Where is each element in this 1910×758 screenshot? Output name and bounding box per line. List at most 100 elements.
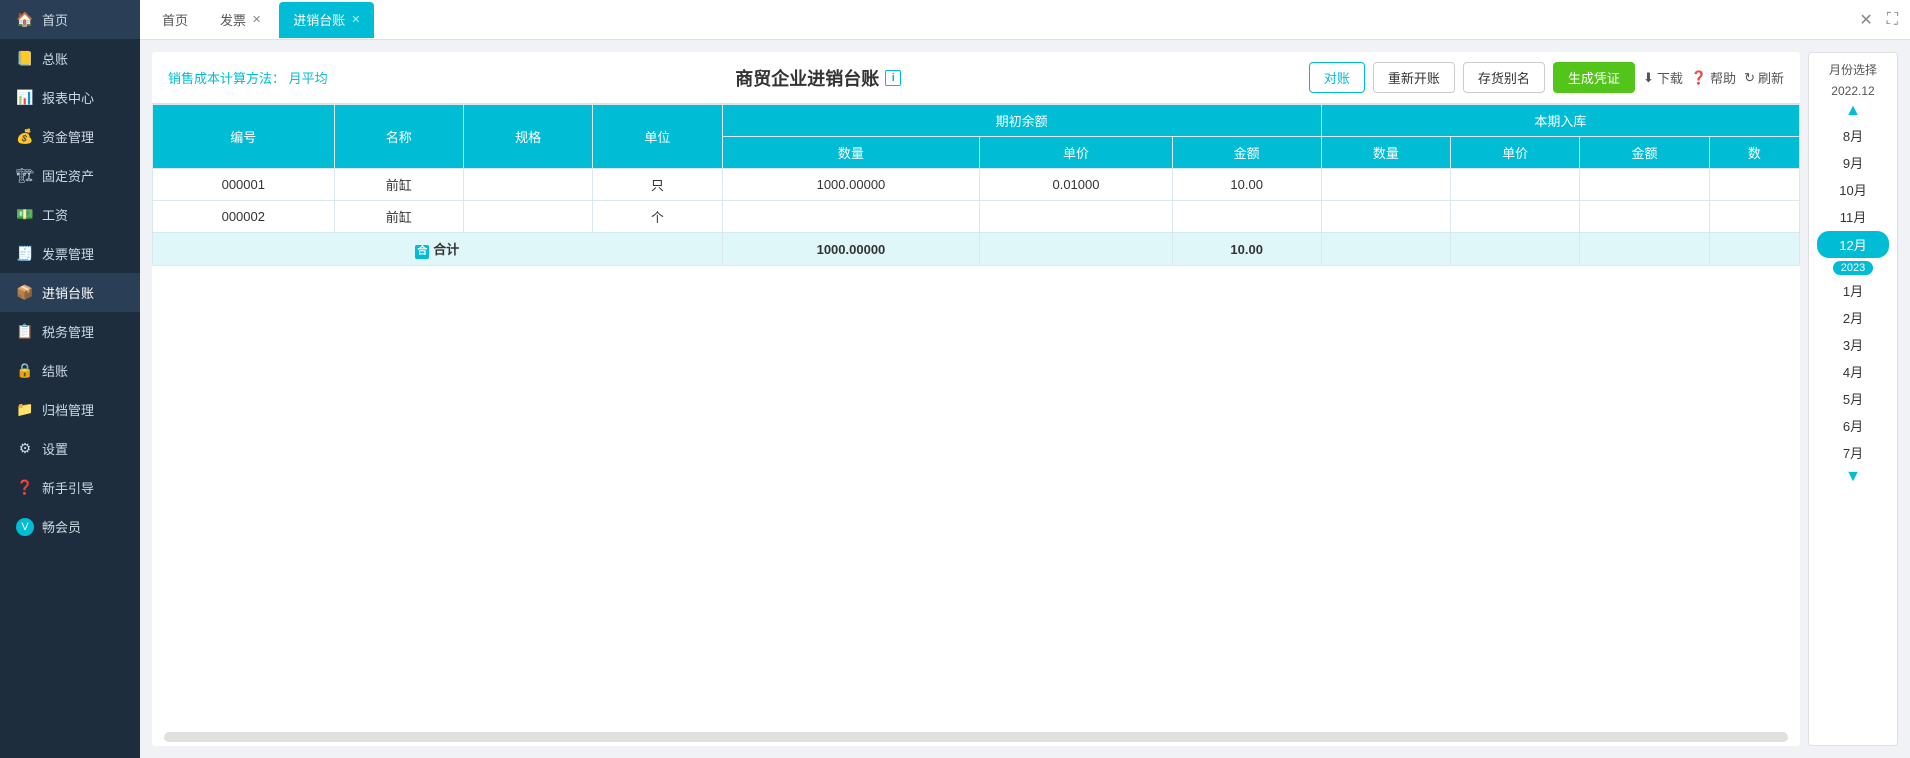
month-12-2022[interactable]: 12月 xyxy=(1817,231,1889,258)
content-area: 销售成本计算方法： 月平均 商贸企业进销台账 i 对账 重新开账 存货别名 生成… xyxy=(140,40,1910,758)
generate-voucher-button[interactable]: 生成凭证 xyxy=(1553,62,1635,93)
refresh-button[interactable]: ↻ 刷新 xyxy=(1744,68,1784,87)
tab-stock-close[interactable]: ✕ xyxy=(351,13,360,26)
row1-extra xyxy=(1709,169,1799,201)
month-6-2023[interactable]: 6月 xyxy=(1809,412,1897,439)
sidebar-item-label: 报表中心 xyxy=(42,88,94,107)
month-2-2023[interactable]: 2月 xyxy=(1809,304,1897,331)
opening-amount-header: 金额 xyxy=(1172,137,1321,169)
page-title-area: 商贸企业进销台账 i xyxy=(735,65,901,91)
sidebar-item-tax[interactable]: 📋 税务管理 xyxy=(0,312,140,351)
sidebar-item-label: 固定资产 xyxy=(42,166,94,185)
col-spec-header: 规格 xyxy=(463,105,592,169)
month-10-2022[interactable]: 10月 xyxy=(1809,176,1897,203)
download-icon: ⬇ xyxy=(1643,70,1654,86)
reconcile-button[interactable]: 对账 xyxy=(1309,62,1365,93)
help-icon: ❓ xyxy=(1691,70,1707,86)
sidebar-item-salary[interactable]: 💵 工资 xyxy=(0,195,140,234)
cost-method-value: 月平均 xyxy=(289,71,328,86)
sidebar-item-settings[interactable]: ⚙ 设置 xyxy=(0,429,140,468)
page-panel: 销售成本计算方法： 月平均 商贸企业进销台账 i 对账 重新开账 存货别名 生成… xyxy=(152,52,1800,746)
total-inbound-qty xyxy=(1321,233,1450,266)
sidebar-item-close[interactable]: 🔒 结账 xyxy=(0,351,140,390)
sidebar-item-assets[interactable]: 🏗 固定资产 xyxy=(0,156,140,195)
sidebar-item-ledger[interactable]: 📒 总账 xyxy=(0,39,140,78)
row2-extra xyxy=(1709,201,1799,233)
inbound-amount-header: 金额 xyxy=(1580,137,1709,169)
stock-table: 编号 名称 规格 单位 期初余额 本期入库 数量 单价 金额 数量 xyxy=(152,104,1800,266)
info-icon[interactable]: i xyxy=(885,70,901,86)
close-ledger-icon: 🔒 xyxy=(16,362,34,380)
table-wrap: 编号 名称 规格 单位 期初余额 本期入库 数量 单价 金额 数量 xyxy=(152,104,1800,728)
tab-invoice[interactable]: 发票 ✕ xyxy=(206,2,275,38)
sidebar-item-member[interactable]: V 畅会员 xyxy=(0,507,140,546)
row1-opening-price: 0.01000 xyxy=(980,169,1172,201)
tab-invoice-label: 发票 xyxy=(220,10,246,29)
opening-qty-header: 数量 xyxy=(722,137,980,169)
stock-icon: 📦 xyxy=(16,284,34,302)
main-area: 首页 发票 ✕ 进销台账 ✕ ✕ ⛶ 销售成本计算方法： 月平均 商贸企业进 xyxy=(140,0,1910,758)
funds-icon: 💰 xyxy=(16,128,34,146)
group-opening-header: 期初余额 xyxy=(722,105,1321,137)
ledger-icon: 📒 xyxy=(16,50,34,68)
tab-stock[interactable]: 进销台账 ✕ xyxy=(279,2,374,38)
total-inbound-amount xyxy=(1580,233,1709,266)
download-button[interactable]: ⬇ 下载 xyxy=(1643,68,1683,87)
month-5-2023[interactable]: 5月 xyxy=(1809,385,1897,412)
sidebar: 🏠 首页 📒 总账 📊 报表中心 💰 资金管理 🏗 固定资产 💵 工资 🧾 发票… xyxy=(0,0,140,758)
reopen-button[interactable]: 重新开账 xyxy=(1373,62,1455,93)
inbound-extra-header: 数 xyxy=(1709,137,1799,169)
sidebar-item-invoice[interactable]: 🧾 发票管理 xyxy=(0,234,140,273)
sidebar-item-archive[interactable]: 📁 归档管理 xyxy=(0,390,140,429)
sidebar-item-label: 归档管理 xyxy=(42,400,94,419)
sidebar-item-funds[interactable]: 💰 资金管理 xyxy=(0,117,140,156)
row1-id: 000001 xyxy=(153,169,335,201)
month-4-2023[interactable]: 4月 xyxy=(1809,358,1897,385)
sidebar-item-label: 总账 xyxy=(42,49,68,68)
cost-method: 销售成本计算方法： 月平均 xyxy=(168,68,328,87)
month-7-2023[interactable]: 7月 xyxy=(1809,439,1897,466)
help-button[interactable]: ❓ 帮助 xyxy=(1691,68,1736,87)
horizontal-scrollbar[interactable] xyxy=(164,732,1788,742)
download-label: 下载 xyxy=(1657,68,1683,87)
month-scroll-up[interactable]: ▲ xyxy=(1843,100,1863,122)
row2-opening-amount xyxy=(1172,201,1321,233)
col-unit-header: 单位 xyxy=(593,105,722,169)
row2-opening-qty xyxy=(722,201,980,233)
window-close-button[interactable]: ✕ xyxy=(1855,8,1876,32)
sidebar-item-label: 税务管理 xyxy=(42,322,94,341)
tab-stock-label: 进销台账 xyxy=(293,10,345,29)
page-title: 商贸企业进销台账 xyxy=(735,65,879,91)
year-2023-badge: 2023 xyxy=(1833,261,1873,275)
row2-spec xyxy=(463,201,592,233)
total-opening-price xyxy=(980,233,1172,266)
month-scroll-down[interactable]: ▼ xyxy=(1843,466,1863,488)
sidebar-item-home[interactable]: 🏠 首页 xyxy=(0,0,140,39)
sidebar-item-label: 发票管理 xyxy=(42,244,94,263)
reports-icon: 📊 xyxy=(16,89,34,107)
month-11-2022[interactable]: 11月 xyxy=(1809,203,1897,230)
month-panel-title: 月份选择 xyxy=(1829,59,1877,80)
sidebar-item-label: 畅会员 xyxy=(42,517,81,536)
page-header: 销售成本计算方法： 月平均 商贸企业进销台账 i 对账 重新开账 存货别名 生成… xyxy=(152,52,1800,104)
month-9-2022[interactable]: 9月 xyxy=(1809,149,1897,176)
sidebar-item-guide[interactable]: ❓ 新手引导 xyxy=(0,468,140,507)
window-maximize-button[interactable]: ⛶ xyxy=(1883,8,1902,32)
row1-opening-amount: 10.00 xyxy=(1172,169,1321,201)
sidebar-item-reports[interactable]: 📊 报表中心 xyxy=(0,78,140,117)
row1-inbound-amount xyxy=(1580,169,1709,201)
month-8-2022[interactable]: 8月 xyxy=(1809,122,1897,149)
month-1-2023[interactable]: 1月 xyxy=(1809,277,1897,304)
sidebar-item-label: 资金管理 xyxy=(42,127,94,146)
salary-icon: 💵 xyxy=(16,206,34,224)
save-alias-button[interactable]: 存货别名 xyxy=(1463,62,1545,93)
sidebar-item-stock[interactable]: 📦 进销台账 xyxy=(0,273,140,312)
tab-home[interactable]: 首页 xyxy=(148,2,202,38)
home-icon: 🏠 xyxy=(16,11,34,29)
tab-invoice-close[interactable]: ✕ xyxy=(252,13,261,26)
row1-spec xyxy=(463,169,592,201)
row2-inbound-qty xyxy=(1321,201,1450,233)
month-3-2023[interactable]: 3月 xyxy=(1809,331,1897,358)
month-panel: 月份选择 2022.12 ▲ 8月 9月 10月 11月 12月 2023 1月… xyxy=(1808,52,1898,746)
inbound-qty-header: 数量 xyxy=(1321,137,1450,169)
